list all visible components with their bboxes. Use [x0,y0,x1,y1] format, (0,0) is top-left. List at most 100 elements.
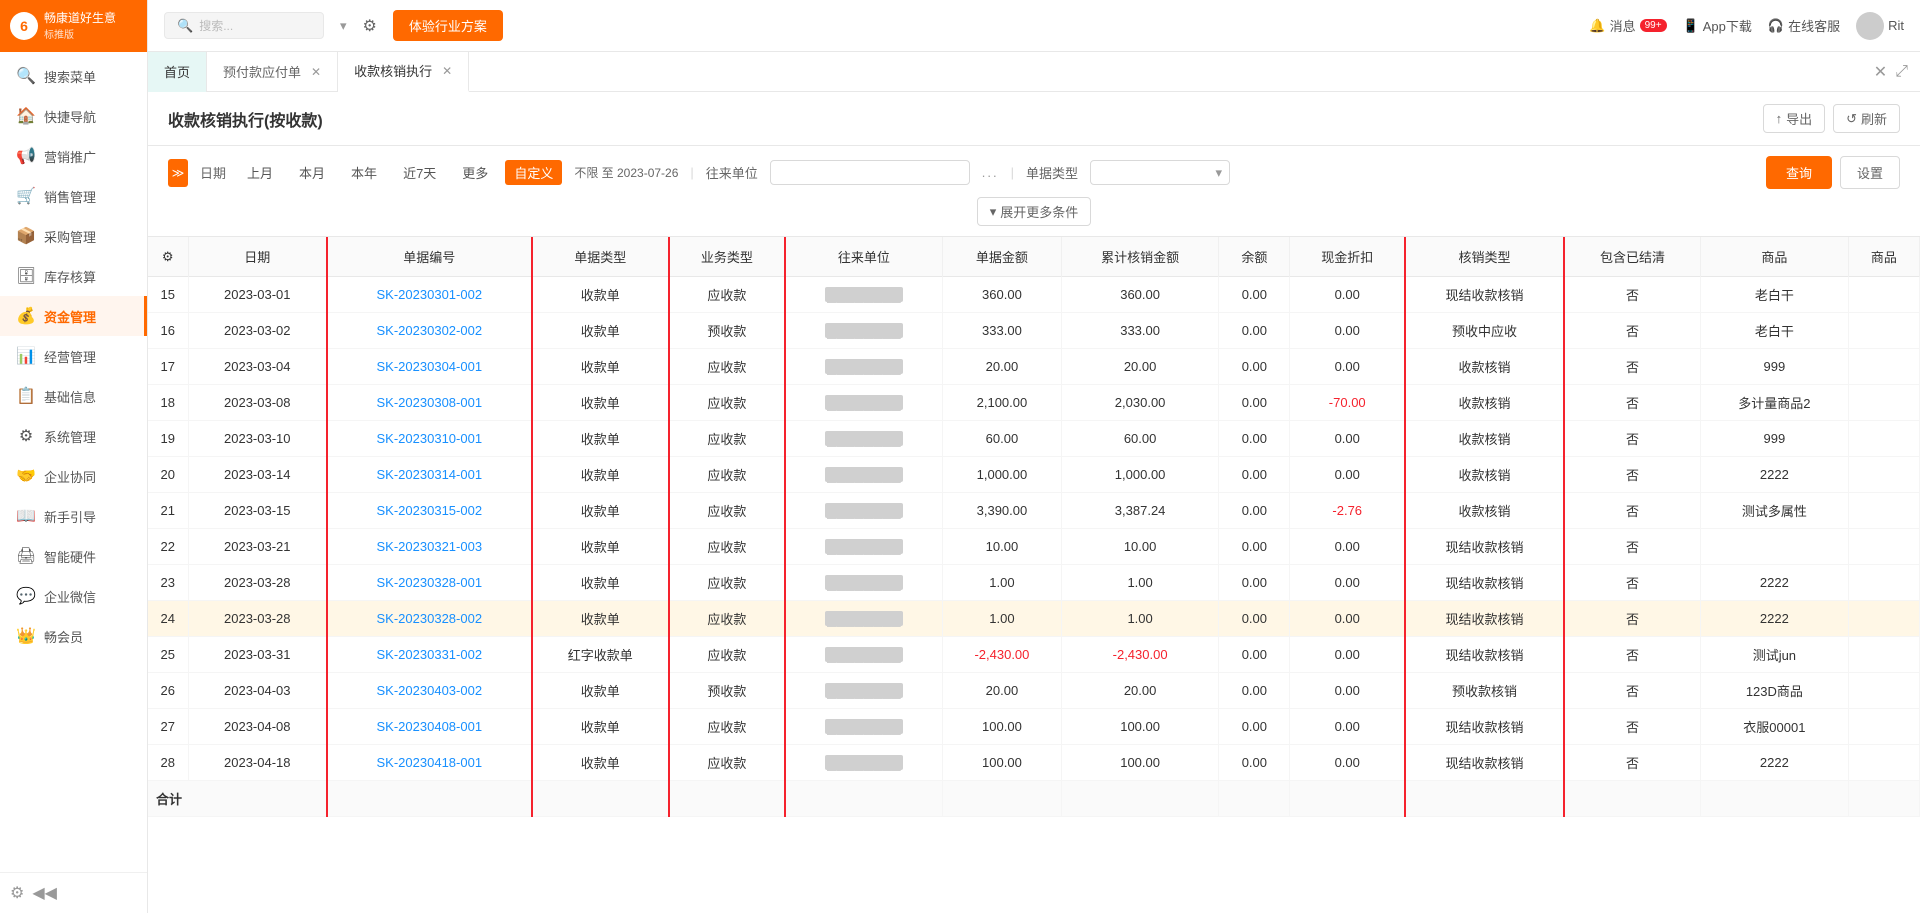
doc-no-link[interactable]: SK-20230302-002 [377,323,483,338]
expand-more-btn[interactable]: ▾ 展开更多条件 [977,197,1092,226]
date-this-month[interactable]: 本月 [290,160,334,185]
doc-no-link[interactable]: SK-20230304-001 [377,359,483,374]
tab-prepayment[interactable]: 预付款应付单 ✕ [207,52,338,92]
doc-no-link[interactable]: SK-20230321-003 [377,539,483,554]
cell-no: 26 [148,673,188,709]
topbar-search[interactable]: 🔍 搜索... [164,12,324,39]
doc-no-link[interactable]: SK-20230328-001 [377,575,483,590]
cell-settled: 否 [1564,493,1701,529]
doc-no-link[interactable]: SK-20230310-001 [377,431,483,446]
tab-writeoff-close[interactable]: ✕ [442,64,452,78]
doc-no-link[interactable]: SK-20230308-001 [377,395,483,410]
app-download-label: App下载 [1703,16,1752,35]
sidebar-item-企业微信[interactable]: 💬企业微信 [0,576,147,616]
footer-doc-type [532,781,669,817]
dropdown-icon[interactable]: ▾ [340,18,347,34]
sidebar-item-新手引导[interactable]: 📖新手引导 [0,496,147,536]
gear-icon[interactable]: ⚙ [363,16,377,36]
tab-icons: ✕ ⤢ [1874,62,1920,82]
user-info[interactable]: Rit [1856,12,1904,40]
sidebar-item-快捷导航[interactable]: 🏠快捷导航 [0,96,147,136]
footer-writeoff-type [1405,781,1564,817]
cell-amount: -2,430.00 [942,637,1061,673]
table-row: 28 2023-04-18 SK-20230418-001 收款单 应收款 ██… [148,745,1920,781]
footer-biz-type [669,781,785,817]
date-last-month[interactable]: 上月 [238,160,282,185]
expand-tab-icon[interactable]: ⤢ [1895,63,1908,81]
doc-no-link[interactable]: SK-20230314-001 [377,467,483,482]
cell-no: 24 [148,601,188,637]
counterparty-label: 往来单位 [706,163,758,182]
notification-item[interactable]: 🔔 消息 99+ [1589,16,1666,35]
footer-balance [1219,781,1290,817]
sidebar-item-销售管理[interactable]: 🛒销售管理 [0,176,147,216]
settings-icon[interactable]: ⚙ [10,883,24,903]
cell-biz-type: 应收款 [669,529,785,565]
sidebar-item-经营管理[interactable]: 📊经营管理 [0,336,147,376]
toggle-filter-btn[interactable]: ≫ [168,159,188,187]
query-btn[interactable]: 查询 [1766,156,1832,189]
cell-product1: 多计量商品2 [1701,385,1849,421]
doc-no-link[interactable]: SK-20230301-002 [377,287,483,302]
cell-doc-type: 收款单 [532,565,669,601]
cell-amount: 1,000.00 [942,457,1061,493]
doc-no-link[interactable]: SK-20230418-001 [377,755,483,770]
doc-type-select[interactable] [1090,160,1230,185]
date-more[interactable]: 更多 [453,160,497,185]
sidebar-item-库存核算[interactable]: 🗄库存核算 [0,256,147,296]
doc-no-link[interactable]: SK-20230315-002 [377,503,483,518]
page-header: 收款核销执行(按收款) ↑ 导出 ↺ 刷新 [148,92,1920,146]
th-product2: 商品 [1848,237,1919,277]
collapse-icon[interactable]: ◀◀ [32,883,57,903]
cell-discount: 0.00 [1290,601,1405,637]
doc-no-link[interactable]: SK-20230331-002 [377,647,483,662]
tab-writeoff[interactable]: 收款核销执行 ✕ [338,52,469,92]
th-settings[interactable]: ⚙ [148,237,188,277]
sidebar-item-资金管理[interactable]: 💰资金管理 [0,296,147,336]
cell-counterparty: ████████ [785,493,943,529]
sidebar-label: 采购管理 [44,227,96,246]
cell-writeoff: -2,430.00 [1061,637,1218,673]
topbar-right: 🔔 消息 99+ 📱 App下载 🎧 在线客服 Rit [1589,12,1904,40]
tab-home[interactable]: 首页 [148,52,207,92]
sidebar-label: 新手引导 [44,507,96,526]
cell-writeoff-type: 预收中应收 [1405,313,1564,349]
tab-prepayment-close[interactable]: ✕ [311,65,321,79]
sidebar-item-系统管理[interactable]: ⚙系统管理 [0,416,147,456]
notification-label: 消息 [1610,16,1636,35]
sidebar-item-采购管理[interactable]: 📦采购管理 [0,216,147,256]
cell-settled: 否 [1564,673,1701,709]
sidebar-item-搜索菜单[interactable]: 🔍搜索菜单 [0,56,147,96]
industry-btn[interactable]: 体验行业方案 [393,10,503,41]
cell-date: 2023-03-10 [188,421,327,457]
app-download-item[interactable]: 📱 App下载 [1683,16,1752,35]
date-custom[interactable]: 自定义 [505,160,562,185]
sidebar-item-基础信息[interactable]: 📋基础信息 [0,376,147,416]
filter-settings-btn[interactable]: 设置 [1840,156,1900,189]
doc-no-link[interactable]: SK-20230328-002 [377,611,483,626]
close-all-icon[interactable]: ✕ [1874,62,1887,82]
cell-writeoff: 100.00 [1061,709,1218,745]
sidebar-item-智能硬件[interactable]: 🖨智能硬件 [0,536,147,576]
cell-amount: 3,390.00 [942,493,1061,529]
doc-no-link[interactable]: SK-20230403-002 [377,683,483,698]
refresh-btn[interactable]: ↺ 刷新 [1833,104,1900,133]
date-this-year[interactable]: 本年 [342,160,386,185]
cell-no: 16 [148,313,188,349]
cell-product1: 2222 [1701,457,1849,493]
table-row: 19 2023-03-10 SK-20230310-001 收款单 应收款 ██… [148,421,1920,457]
online-service-item[interactable]: 🎧 在线客服 [1768,16,1840,35]
app-name: 畅康道好生意 [44,11,116,27]
sidebar-icon: 🖨 [16,546,36,566]
cell-no: 20 [148,457,188,493]
date-last-7[interactable]: 近7天 [394,160,445,185]
export-btn[interactable]: ↑ 导出 [1763,104,1826,133]
sidebar-item-企业协同[interactable]: 🤝企业协同 [0,456,147,496]
cell-balance: 0.00 [1219,601,1290,637]
counterparty-input[interactable] [770,160,970,185]
sidebar-item-畅会员[interactable]: 👑畅会员 [0,616,147,656]
cell-writeoff: 20.00 [1061,673,1218,709]
doc-no-link[interactable]: SK-20230408-001 [377,719,483,734]
cell-doc-type: 收款单 [532,745,669,781]
sidebar-item-营销推广[interactable]: 📢营销推广 [0,136,147,176]
